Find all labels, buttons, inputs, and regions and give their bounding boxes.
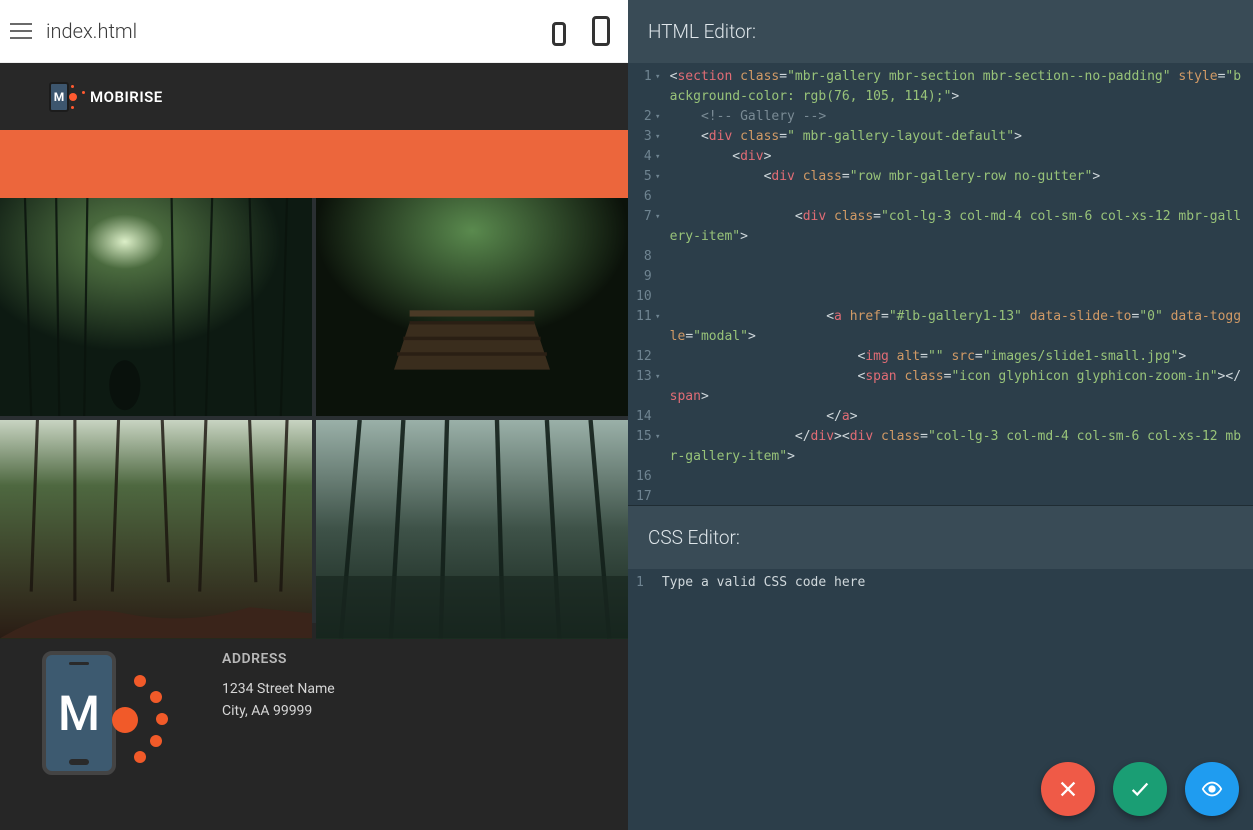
cancel-button[interactable] (1041, 762, 1095, 816)
address-title: ADDRESS (222, 651, 335, 667)
brand-logo: M (42, 80, 76, 114)
gallery-tile[interactable] (0, 420, 312, 638)
address-line: 1234 Street Name (222, 679, 335, 701)
editor-pane: HTML Editor: 1▾2▾3▾4▾5▾6 7▾8 9 10 11▾12 … (628, 0, 1253, 830)
address-line: City, AA 99999 (222, 701, 335, 723)
preview-button[interactable] (1185, 762, 1239, 816)
html-editor-title: HTML Editor: (628, 0, 1253, 63)
file-title: index.html (46, 19, 137, 43)
device-switcher (552, 16, 618, 46)
preview-pane: index.html M MOBIRISE (0, 0, 628, 830)
brand-name: MOBIRISE (90, 88, 163, 106)
footer-logo: M (42, 651, 162, 781)
footer-address: ADDRESS 1234 Street Name City, AA 99999 (222, 651, 335, 802)
gallery (0, 198, 628, 623)
css-placeholder: Type a valid CSS code here (662, 573, 1245, 593)
css-editor-title: CSS Editor: (628, 506, 1253, 569)
site-footer: M ADDRESS 1234 Street Name City, AA 9999… (0, 623, 628, 830)
hamburger-icon[interactable] (10, 23, 32, 39)
html-editor[interactable]: 1▾2▾3▾4▾5▾6 7▾8 9 10 11▾12 13▾14 15▾16 1… (628, 63, 1253, 505)
action-buttons (1041, 762, 1239, 816)
app-topbar: index.html (0, 0, 628, 63)
gallery-tile[interactable] (316, 420, 628, 638)
gallery-tile[interactable] (0, 198, 312, 416)
accept-button[interactable] (1113, 762, 1167, 816)
site-header: M MOBIRISE (0, 63, 628, 130)
tablet-icon[interactable] (592, 16, 610, 46)
hero-strip (0, 130, 628, 198)
phone-icon[interactable] (552, 22, 566, 46)
gallery-tile[interactable] (316, 198, 628, 416)
